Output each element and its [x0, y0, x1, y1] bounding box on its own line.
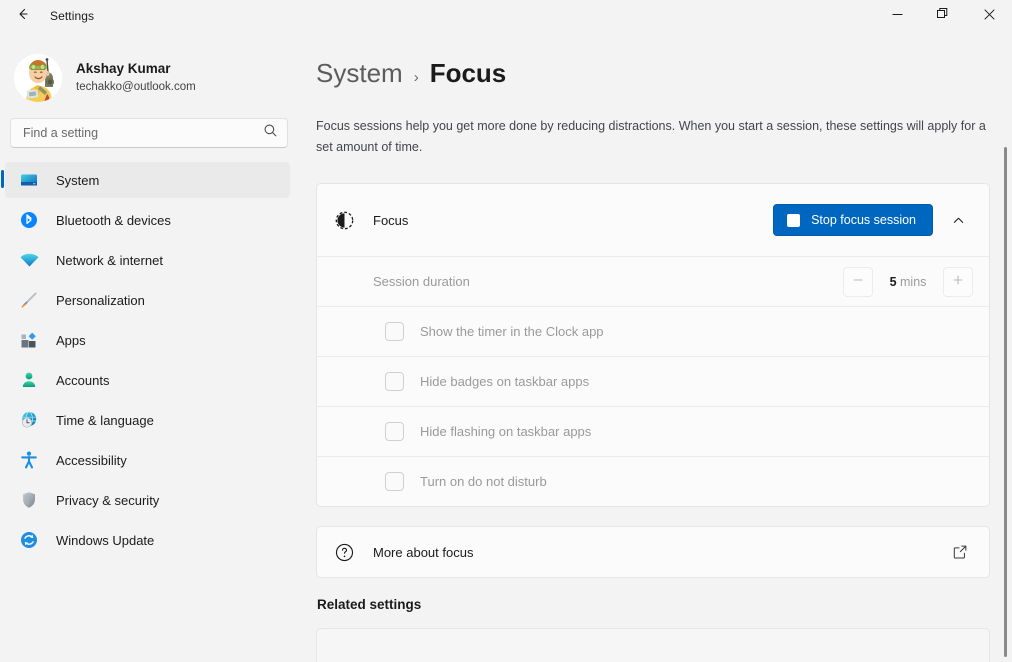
sidebar-item-label: Privacy & security	[56, 492, 160, 508]
accessibility-icon	[18, 449, 40, 471]
update-icon	[18, 529, 40, 551]
search-box[interactable]	[10, 118, 288, 148]
session-duration-value: 5 mins	[882, 275, 934, 289]
stop-focus-session-button[interactable]: Stop focus session	[773, 204, 933, 237]
sidebar-item-personalization[interactable]: Personalization	[5, 282, 290, 318]
help-circle-icon	[331, 539, 357, 565]
breadcrumb: System › Focus	[316, 58, 990, 89]
sidebar-item-label: Bluetooth & devices	[56, 212, 171, 228]
sidebar-item-label: Network & internet	[56, 252, 163, 268]
more-about-focus-row[interactable]: More about focus	[317, 527, 989, 577]
sidebar-item-network-internet[interactable]: Network & internet	[5, 242, 290, 278]
sidebar: Akshay Kumar techakko@outlook.com Find a…	[0, 32, 300, 662]
app-title: Settings	[50, 9, 95, 23]
sidebar-item-label: Personalization	[56, 292, 145, 308]
session-duration-label: Session duration	[373, 274, 470, 290]
close-icon	[983, 7, 995, 25]
breadcrumb-separator: ›	[413, 69, 419, 86]
sidebar-item-label: Time & language	[56, 412, 154, 428]
content-area: System › Focus Focus sessions help you g…	[300, 32, 1012, 662]
decrement-duration-button[interactable]	[843, 266, 873, 297]
close-button[interactable]	[966, 0, 1012, 32]
sidebar-item-label: Accessibility	[56, 452, 127, 468]
sidebar-item-time-language[interactable]: Time & language	[5, 402, 290, 438]
increment-duration-button[interactable]	[943, 266, 973, 297]
focus-header-row: Focus Stop focus session	[317, 184, 989, 256]
app-shell: Akshay Kumar techakko@outlook.com Find a…	[0, 32, 1012, 662]
chevron-up-icon[interactable]	[943, 205, 973, 235]
sidebar-item-accessibility[interactable]: Accessibility	[5, 442, 290, 478]
account-card[interactable]: Akshay Kumar techakko@outlook.com	[0, 32, 300, 114]
more-about-focus-card[interactable]: More about focus	[316, 526, 990, 579]
avatar	[14, 54, 62, 102]
focus-title: Focus	[373, 212, 409, 228]
sidebar-nav: System Bluetooth & devices Network & int…	[0, 162, 300, 558]
stop-focus-session-label: Stop focus session	[811, 213, 916, 228]
sidebar-item-label: Apps	[56, 332, 86, 348]
sidebar-item-apps[interactable]: Apps	[5, 322, 290, 358]
option-label: Turn on do not disturb	[420, 474, 547, 490]
shield-icon	[18, 489, 40, 511]
scrollbar-track[interactable]	[998, 32, 1010, 662]
account-name: Akshay Kumar	[76, 61, 171, 77]
sidebar-item-bluetooth-devices[interactable]: Bluetooth & devices	[5, 202, 290, 238]
more-about-focus-label: More about focus	[373, 544, 474, 560]
page-title: Focus	[429, 58, 507, 88]
session-duration-row: Session duration 5 mins	[317, 256, 989, 306]
focus-card: Focus Stop focus session Session duratio…	[316, 183, 990, 508]
breadcrumb-parent-system[interactable]: System	[316, 58, 403, 89]
sidebar-item-label: System	[56, 172, 100, 188]
restore-icon	[937, 7, 949, 25]
minimize-icon	[892, 7, 903, 25]
back-button[interactable]	[6, 0, 40, 32]
session-duration-unit: mins	[900, 274, 927, 289]
restore-button[interactable]	[920, 0, 966, 32]
option-row[interactable]: Show the timer in the Clock app	[317, 306, 989, 356]
bluetooth-icon	[18, 209, 40, 231]
window-controls	[874, 0, 1012, 32]
sidebar-item-label: Accounts	[56, 372, 110, 388]
monitor-icon	[18, 169, 40, 191]
back-arrow-icon	[15, 6, 31, 27]
option-label: Show the timer in the Clock app	[420, 324, 604, 340]
option-row[interactable]: Hide flashing on taskbar apps	[317, 406, 989, 456]
hide-badges-checkbox[interactable]	[385, 372, 404, 392]
option-row[interactable]: Turn on do not disturb	[317, 456, 989, 506]
scrollbar-thumb[interactable]	[1004, 147, 1007, 657]
sidebar-item-accounts[interactable]: Accounts	[5, 362, 290, 398]
session-duration-stepper: 5 mins	[843, 266, 973, 297]
external-link-icon[interactable]	[947, 539, 973, 565]
related-settings-card[interactable]	[316, 628, 990, 662]
title-bar: Settings	[0, 0, 1012, 32]
hide-flashing-checkbox[interactable]	[385, 422, 404, 442]
clock-globe-icon	[18, 409, 40, 431]
apps-icon	[18, 329, 40, 351]
row-icon-placeholder	[331, 269, 357, 295]
sidebar-item-windows-update[interactable]: Windows Update	[5, 522, 290, 558]
wifi-icon	[18, 249, 40, 271]
show-timer-checkbox[interactable]	[385, 322, 404, 342]
option-row[interactable]: Hide badges on taskbar apps	[317, 356, 989, 406]
focus-icon	[331, 207, 357, 233]
sidebar-item-label: Windows Update	[56, 532, 155, 548]
minimize-button[interactable]	[874, 0, 920, 32]
page-description: Focus sessions help you get more done by…	[316, 119, 986, 154]
minus-icon	[852, 273, 864, 291]
sidebar-item-system[interactable]: System	[1, 162, 290, 198]
sidebar-item-privacy-security[interactable]: Privacy & security	[5, 482, 290, 518]
option-label: Hide flashing on taskbar apps	[420, 424, 592, 440]
account-email: techakko@outlook.com	[76, 81, 196, 94]
related-settings-heading: Related settings	[317, 597, 422, 613]
search-icon[interactable]	[263, 123, 278, 143]
paintbrush-icon	[18, 289, 40, 311]
plus-icon	[952, 273, 964, 291]
do-not-disturb-checkbox[interactable]	[385, 472, 404, 492]
stop-square-icon	[787, 213, 801, 227]
person-icon	[18, 369, 40, 391]
session-duration-number: 5	[889, 274, 897, 289]
option-label: Hide badges on taskbar apps	[420, 374, 590, 390]
search-input[interactable]	[23, 126, 263, 140]
